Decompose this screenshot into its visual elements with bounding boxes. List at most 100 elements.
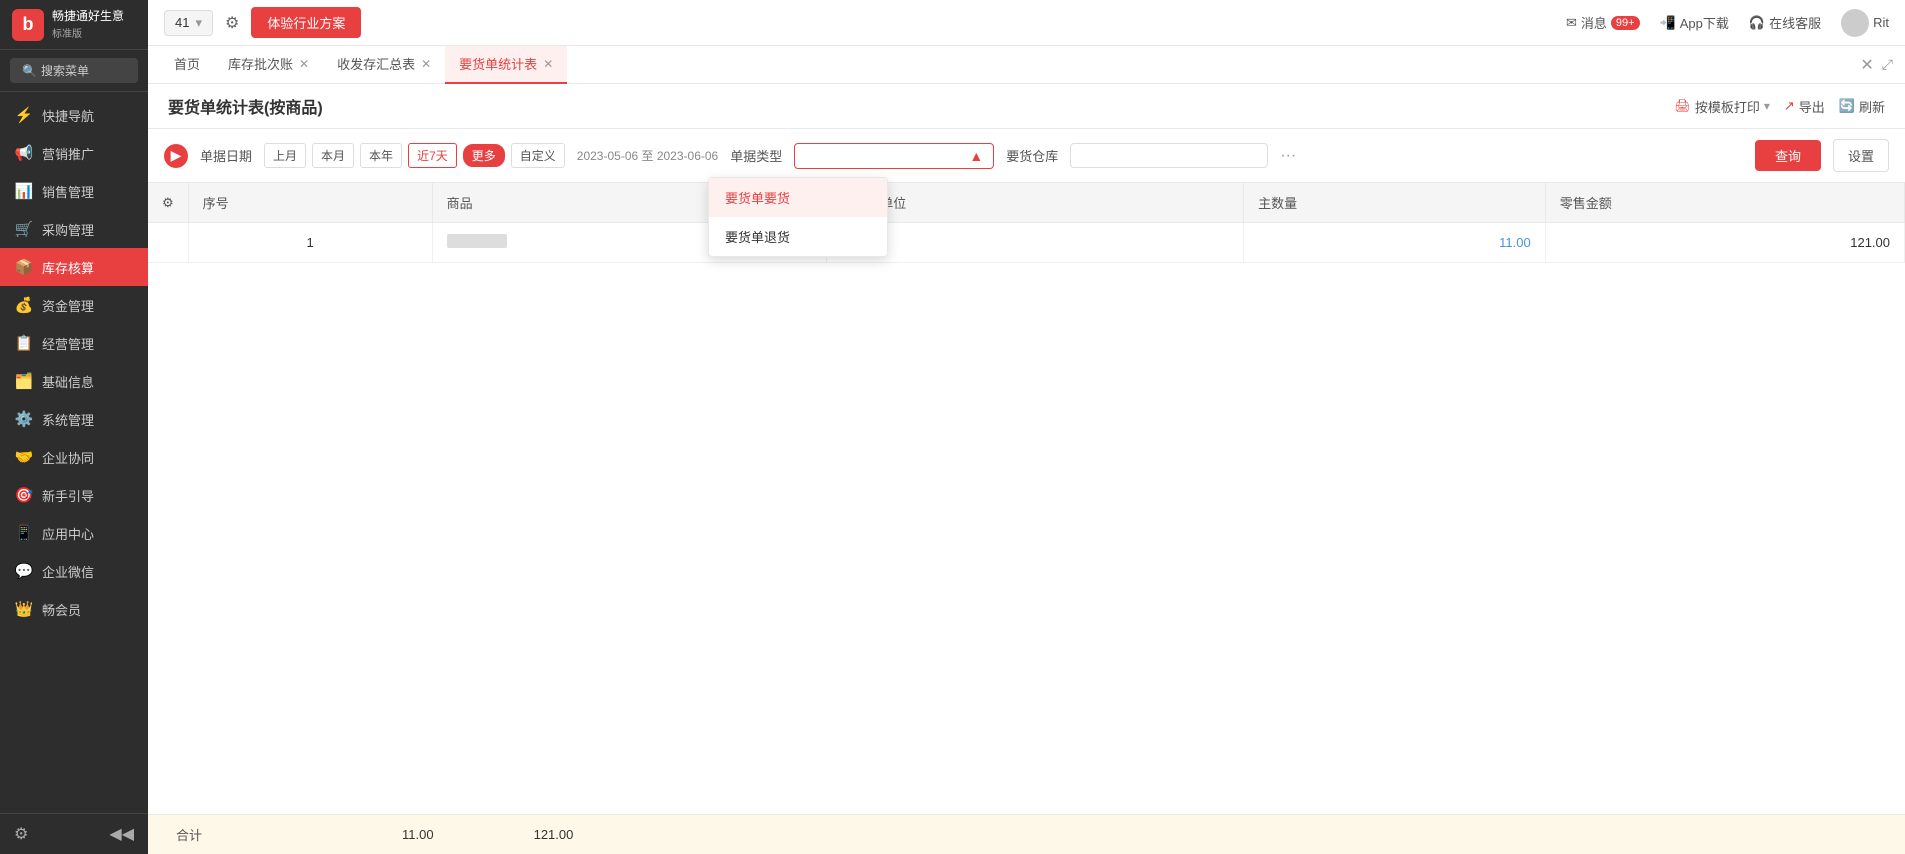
curr-month-btn[interactable]: 本月	[312, 143, 354, 168]
tab-home-label: 首页	[174, 54, 200, 73]
company-selector-text: 41	[175, 15, 189, 30]
date-filter-group: 上月 本月 本年 近7天 更多 自定义	[264, 143, 565, 168]
filter-expand-button[interactable]: ▶	[164, 144, 188, 168]
tab-batch-close[interactable]: ✕	[299, 57, 309, 71]
sidebar-item-shortcuts[interactable]: ⚡ 快捷导航	[0, 96, 148, 134]
sidebar-item-system[interactable]: ⚙️ 系统管理	[0, 400, 148, 438]
collapse-icon[interactable]: ◀◀	[109, 824, 134, 844]
main-area: 41 ▾ ⚙ 体验行业方案 ✉ 消息 99+ 📲 App下载 🎧 在线客服 R	[148, 0, 1905, 854]
header-gear-icon[interactable]: ⚙	[225, 13, 239, 33]
sidebar-item-sales[interactable]: 📊 销售管理	[0, 172, 148, 210]
apps-icon: 📱	[14, 523, 34, 543]
tab-summary-close[interactable]: ✕	[421, 57, 431, 71]
sidebar-item-base[interactable]: 🗂️ 基础信息	[0, 362, 148, 400]
finance-label: 资金管理	[42, 296, 94, 315]
service-icon: 🎧	[1749, 15, 1765, 31]
messages-button[interactable]: ✉ 消息 99+	[1566, 13, 1640, 32]
print-button[interactable]: 🖨 按模板打印 ▾	[1674, 97, 1770, 116]
curr-year-btn[interactable]: 本年	[360, 143, 402, 168]
dropdown-item-order-return[interactable]: 要货单退货	[709, 217, 887, 256]
sidebar-item-finance[interactable]: 💰 资金管理	[0, 286, 148, 324]
warehouse-input[interactable]	[1070, 143, 1268, 168]
enterprise-label: 企业协同	[42, 448, 94, 467]
sidebar-search-button[interactable]: 🔍 搜索菜单	[10, 58, 138, 83]
sidebar-item-inventory[interactable]: 📦 库存核算	[0, 248, 148, 286]
trial-button[interactable]: 体验行业方案	[251, 7, 361, 38]
user-menu[interactable]: Rit	[1841, 9, 1889, 37]
messages-badge: 99+	[1611, 16, 1640, 30]
sidebar-item-member[interactable]: 👑 畅会员	[0, 590, 148, 628]
sales-icon: 📊	[14, 181, 34, 201]
base-icon: 🗂️	[14, 371, 34, 391]
user-name: Rit	[1873, 15, 1889, 30]
filter-more-icon[interactable]: ···	[1280, 147, 1296, 165]
footer-qty: 11.00	[402, 827, 434, 842]
custom-date-btn[interactable]: 自定义	[511, 143, 565, 168]
inventory-label: 库存核算	[42, 258, 94, 277]
messages-label: 消息	[1581, 13, 1607, 32]
type-select-arrow-icon[interactable]: ▲	[969, 148, 983, 164]
sidebar-item-wechat[interactable]: 💬 企业微信	[0, 552, 148, 590]
td-seq: 1	[188, 223, 432, 263]
tab-home[interactable]: 首页	[160, 46, 214, 84]
tab-batch[interactable]: 库存批次账 ✕	[214, 46, 323, 84]
shortcuts-icon: ⚡	[14, 105, 34, 125]
sidebar-item-apps[interactable]: 📱 应用中心	[0, 514, 148, 552]
app-download-button[interactable]: 📲 App下载	[1660, 13, 1729, 32]
th-settings[interactable]: ⚙	[148, 183, 188, 223]
company-selector[interactable]: 41 ▾	[164, 10, 213, 36]
page-header: 要货单统计表(按商品) 🖨 按模板打印 ▾ ↗ 导出 🔄 刷新	[148, 84, 1905, 129]
online-service-button[interactable]: 🎧 在线客服	[1749, 13, 1821, 32]
tab-order-stat[interactable]: 要货单统计表 ✕	[445, 46, 567, 84]
tabs-maximize-icon[interactable]: ⤢	[1882, 56, 1893, 73]
data-table: ⚙ 序号 商品 主计量单位 主数量 零售金额 1	[148, 183, 1905, 263]
prev-month-btn[interactable]: 上月	[264, 143, 306, 168]
sales-label: 销售管理	[42, 182, 94, 201]
guide-icon: 🎯	[14, 485, 34, 505]
finance-icon: 💰	[14, 295, 34, 315]
dropdown-item-order-goods[interactable]: 要货单要货	[709, 178, 887, 217]
shortcuts-label: 快捷导航	[42, 106, 94, 125]
sidebar-item-purchase[interactable]: 🛒 采购管理	[0, 210, 148, 248]
sidebar-item-enterprise[interactable]: 🤝 企业协同	[0, 438, 148, 476]
footer-total-label: 合计	[162, 825, 202, 844]
sidebar-search-area[interactable]: 🔍 搜索菜单	[0, 50, 148, 92]
tabs-close-all-button[interactable]: ✕	[1860, 55, 1873, 75]
message-icon: ✉	[1566, 15, 1577, 31]
search-icon: 🔍	[22, 64, 37, 78]
week7-btn[interactable]: 近7天	[408, 143, 457, 168]
more-date-btn[interactable]: 更多	[463, 144, 505, 167]
refresh-button[interactable]: 🔄 刷新	[1839, 97, 1885, 116]
member-label: 畅会员	[42, 600, 81, 619]
sidebar-logo: b 畅捷通好生意 标准版	[0, 0, 148, 50]
refresh-label: 刷新	[1859, 97, 1885, 116]
date-range-display: 2023-05-06 至 2023-06-06	[577, 147, 718, 164]
page-title: 要货单统计表(按商品)	[168, 94, 323, 118]
sidebar-footer: ⚙ ◀◀	[0, 813, 148, 854]
table-header: ⚙ 序号 商品 主计量单位 主数量 零售金额	[148, 183, 1905, 223]
app-name: 畅捷通好生意	[52, 9, 124, 25]
settings-footer-icon[interactable]: ⚙	[14, 824, 28, 844]
settings-button[interactable]: 设置	[1833, 139, 1889, 172]
tab-summary-label: 收发存汇总表	[337, 54, 415, 73]
td-qty[interactable]: 11.00	[1244, 223, 1546, 263]
tab-summary[interactable]: 收发存汇总表 ✕	[323, 46, 445, 84]
inventory-icon: 📦	[14, 257, 34, 277]
tab-batch-label: 库存批次账	[228, 54, 293, 73]
sidebar-item-business[interactable]: 📋 经营管理	[0, 324, 148, 362]
download-icon: 📲	[1660, 15, 1676, 31]
export-icon: ↗	[1784, 98, 1795, 114]
app-logo-icon: b	[12, 9, 44, 41]
sidebar-item-marketing[interactable]: 📢 营销推广	[0, 134, 148, 172]
enterprise-icon: 🤝	[14, 447, 34, 467]
td-empty	[148, 223, 188, 263]
tab-order-stat-close[interactable]: ✕	[543, 57, 553, 71]
type-input[interactable]	[805, 148, 969, 163]
footer-amount: 121.00	[534, 827, 574, 842]
type-select-box[interactable]: ▲	[794, 143, 994, 169]
sidebar: b 畅捷通好生意 标准版 🔍 搜索菜单 ⚡ 快捷导航 📢 营销推广 📊 销售管理…	[0, 0, 148, 854]
sidebar-item-guide[interactable]: 🎯 新手引导	[0, 476, 148, 514]
query-button[interactable]: 查询	[1755, 140, 1821, 171]
wechat-icon: 💬	[14, 561, 34, 581]
export-button[interactable]: ↗ 导出	[1784, 97, 1825, 116]
